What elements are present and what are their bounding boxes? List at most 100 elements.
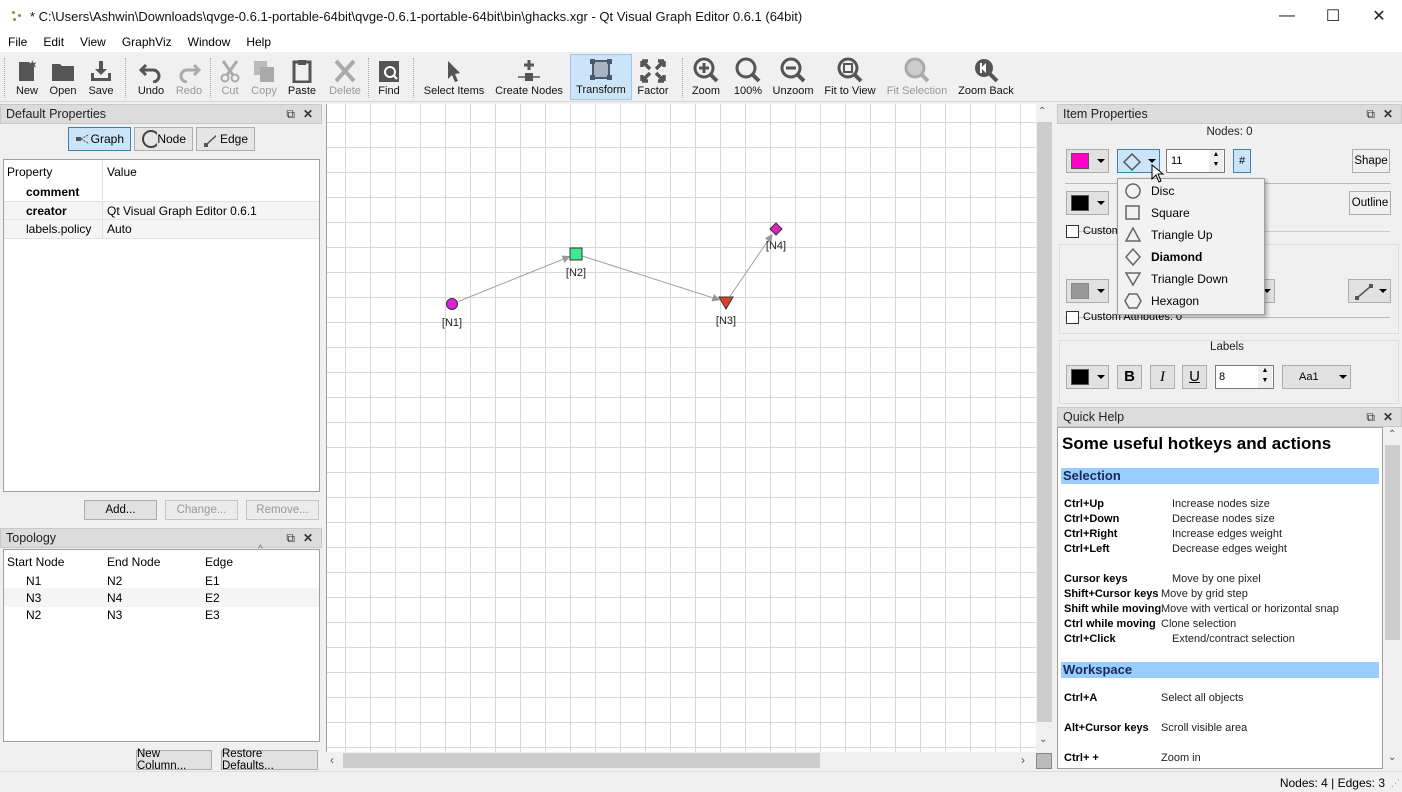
- scroll-left-arrow-icon[interactable]: ‹: [330, 753, 334, 767]
- factor-button[interactable]: Factor: [636, 54, 670, 100]
- shape-option-square[interactable]: Square: [1118, 202, 1264, 224]
- shape-option-hexagon[interactable]: Hexagon: [1118, 290, 1264, 312]
- label-font-size-spinbox[interactable]: 8 ▲ ▼: [1215, 365, 1274, 389]
- scroll-down-arrow-icon[interactable]: ⌄: [1388, 752, 1396, 763]
- resize-grip-icon[interactable]: ⋰: [1391, 778, 1400, 789]
- graph-scene[interactable]: [N1] [N2] [N3] [N4]: [327, 104, 1037, 752]
- custom-attributes-checkbox[interactable]: [1066, 311, 1079, 324]
- close-panel-icon[interactable]: ✕: [1383, 107, 1393, 121]
- menu-edit[interactable]: Edit: [35, 35, 72, 49]
- italic-button[interactable]: I: [1150, 365, 1175, 389]
- edge-color-picker[interactable]: [1066, 279, 1109, 303]
- close-panel-icon[interactable]: ✕: [1383, 410, 1393, 424]
- scroll-up-arrow-icon[interactable]: ⌃: [1388, 429, 1396, 440]
- table-row[interactable]: N2 N3 E3: [4, 605, 319, 624]
- outline-button[interactable]: Outline: [1349, 191, 1391, 215]
- graph-edge-E1[interactable]: [458, 255, 571, 302]
- fill-color-picker[interactable]: [1066, 149, 1109, 173]
- new-button[interactable]: New: [10, 54, 44, 100]
- scroll-right-arrow-icon[interactable]: ›: [1021, 753, 1025, 767]
- label-color-picker[interactable]: [1066, 365, 1109, 389]
- fit-to-view-button[interactable]: Fit to View: [822, 54, 878, 100]
- vertical-scroll-thumb[interactable]: [1037, 122, 1052, 722]
- column-start-node[interactable]: Start Node: [7, 555, 64, 569]
- shape-option-triangle-up[interactable]: Triangle Up: [1118, 224, 1264, 246]
- fit-selection-icon: [904, 57, 930, 83]
- table-row[interactable]: creator Qt Visual Graph Editor 0.6.1: [4, 201, 319, 220]
- maximize-button[interactable]: ☐: [1310, 0, 1356, 32]
- create-nodes-button[interactable]: Create Nodes: [493, 54, 565, 100]
- menu-window[interactable]: Window: [180, 35, 239, 49]
- shape-option-diamond[interactable]: Diamond: [1118, 246, 1264, 268]
- transform-button[interactable]: Transform: [570, 54, 632, 100]
- close-panel-icon[interactable]: ✕: [303, 531, 313, 545]
- graph-canvas[interactable]: [N1] [N2] [N3] [N4]: [326, 104, 1036, 752]
- add-property-button[interactable]: Add...: [84, 500, 157, 520]
- stroke-color-picker[interactable]: [1066, 191, 1109, 215]
- scroll-down-arrow-icon[interactable]: ⌄: [1039, 734, 1047, 745]
- help-scroll-thumb[interactable]: [1385, 445, 1400, 640]
- menu-view[interactable]: View: [72, 35, 114, 49]
- float-icon[interactable]: ⧉: [286, 107, 295, 122]
- hotkey-description: Move by grid step: [1161, 588, 1248, 600]
- node-size-spinbox[interactable]: 11 ▲ ▼: [1166, 149, 1225, 173]
- delete-button[interactable]: Delete: [326, 54, 364, 100]
- hash-toggle-button[interactable]: #: [1233, 149, 1251, 173]
- canvas-corner-button[interactable]: [1036, 753, 1052, 769]
- table-row[interactable]: comment: [4, 182, 319, 201]
- column-edge[interactable]: Edge: [205, 555, 233, 569]
- horizontal-scroll-thumb[interactable]: [343, 753, 820, 768]
- new-column-button[interactable]: New Column...: [136, 748, 212, 772]
- zoom-in-button[interactable]: Zoom: [689, 54, 723, 100]
- custom-checkbox[interactable]: [1066, 225, 1079, 238]
- paste-button[interactable]: Paste: [284, 54, 320, 100]
- restore-defaults-button[interactable]: Restore Defaults...: [221, 748, 318, 772]
- canvas-horizontal-scrollbar[interactable]: ‹ ›: [326, 752, 1036, 769]
- help-vertical-scrollbar[interactable]: ⌃ ⌄: [1384, 427, 1401, 769]
- graph-node-N3[interactable]: [718, 296, 734, 310]
- spin-arrows-icon[interactable]: ▲ ▼: [1258, 366, 1272, 388]
- scroll-up-arrow-icon[interactable]: ⌃: [1038, 106, 1046, 117]
- shape-option-disc[interactable]: Disc: [1118, 180, 1264, 202]
- open-button[interactable]: Open: [46, 54, 80, 100]
- table-row[interactable]: labels.policy Auto: [4, 219, 319, 239]
- copy-button[interactable]: Copy: [248, 54, 280, 100]
- float-icon[interactable]: ⧉: [1366, 410, 1375, 425]
- unzoom-button[interactable]: Unzoom: [771, 54, 815, 100]
- redo-button[interactable]: Redo: [172, 54, 206, 100]
- menu-file[interactable]: File: [0, 35, 35, 49]
- zoom-back-button[interactable]: Zoom Back: [956, 54, 1016, 100]
- select-items-button[interactable]: Select Items: [421, 54, 487, 100]
- cut-button[interactable]: Cut: [214, 54, 246, 100]
- tab-edge[interactable]: Edge: [196, 127, 255, 151]
- label-font-picker[interactable]: Aa1: [1282, 365, 1351, 389]
- menu-graphviz[interactable]: GraphViz: [114, 35, 180, 49]
- edge-direction-picker[interactable]: [1348, 279, 1391, 303]
- underline-button[interactable]: U: [1182, 365, 1207, 389]
- graph-edge-E3[interactable]: [582, 255, 721, 302]
- zoom-100-button[interactable]: 100%: [730, 54, 766, 100]
- bold-button[interactable]: B: [1117, 365, 1142, 389]
- undo-button[interactable]: Undo: [134, 54, 168, 100]
- shape-option-triangle-down[interactable]: Triangle Down: [1118, 268, 1264, 290]
- tab-graph[interactable]: Graph: [68, 127, 131, 151]
- save-button[interactable]: Save: [84, 54, 118, 100]
- canvas-vertical-scrollbar[interactable]: ⌃ ⌄: [1036, 104, 1053, 752]
- find-button[interactable]: Find: [373, 54, 405, 100]
- float-icon[interactable]: ⧉: [1366, 107, 1375, 122]
- graph-node-N4[interactable]: [769, 222, 783, 236]
- menu-help[interactable]: Help: [238, 35, 279, 49]
- close-panel-icon[interactable]: ✕: [303, 107, 313, 121]
- remove-property-button[interactable]: Remove...: [246, 500, 319, 520]
- shape-button[interactable]: Shape: [1352, 149, 1390, 173]
- graph-node-N2[interactable]: [569, 247, 583, 261]
- spin-arrows-icon[interactable]: ▲ ▼: [1209, 150, 1223, 172]
- minimize-button[interactable]: —: [1264, 0, 1310, 32]
- close-button[interactable]: ✕: [1356, 0, 1402, 32]
- tab-node[interactable]: Node: [134, 127, 193, 151]
- float-icon[interactable]: ⧉: [286, 531, 295, 546]
- fit-selection-button[interactable]: Fit Selection: [884, 54, 950, 100]
- graph-node-N1[interactable]: [446, 298, 458, 310]
- column-end-node[interactable]: End Node: [107, 555, 160, 569]
- change-property-button[interactable]: Change...: [165, 500, 238, 520]
